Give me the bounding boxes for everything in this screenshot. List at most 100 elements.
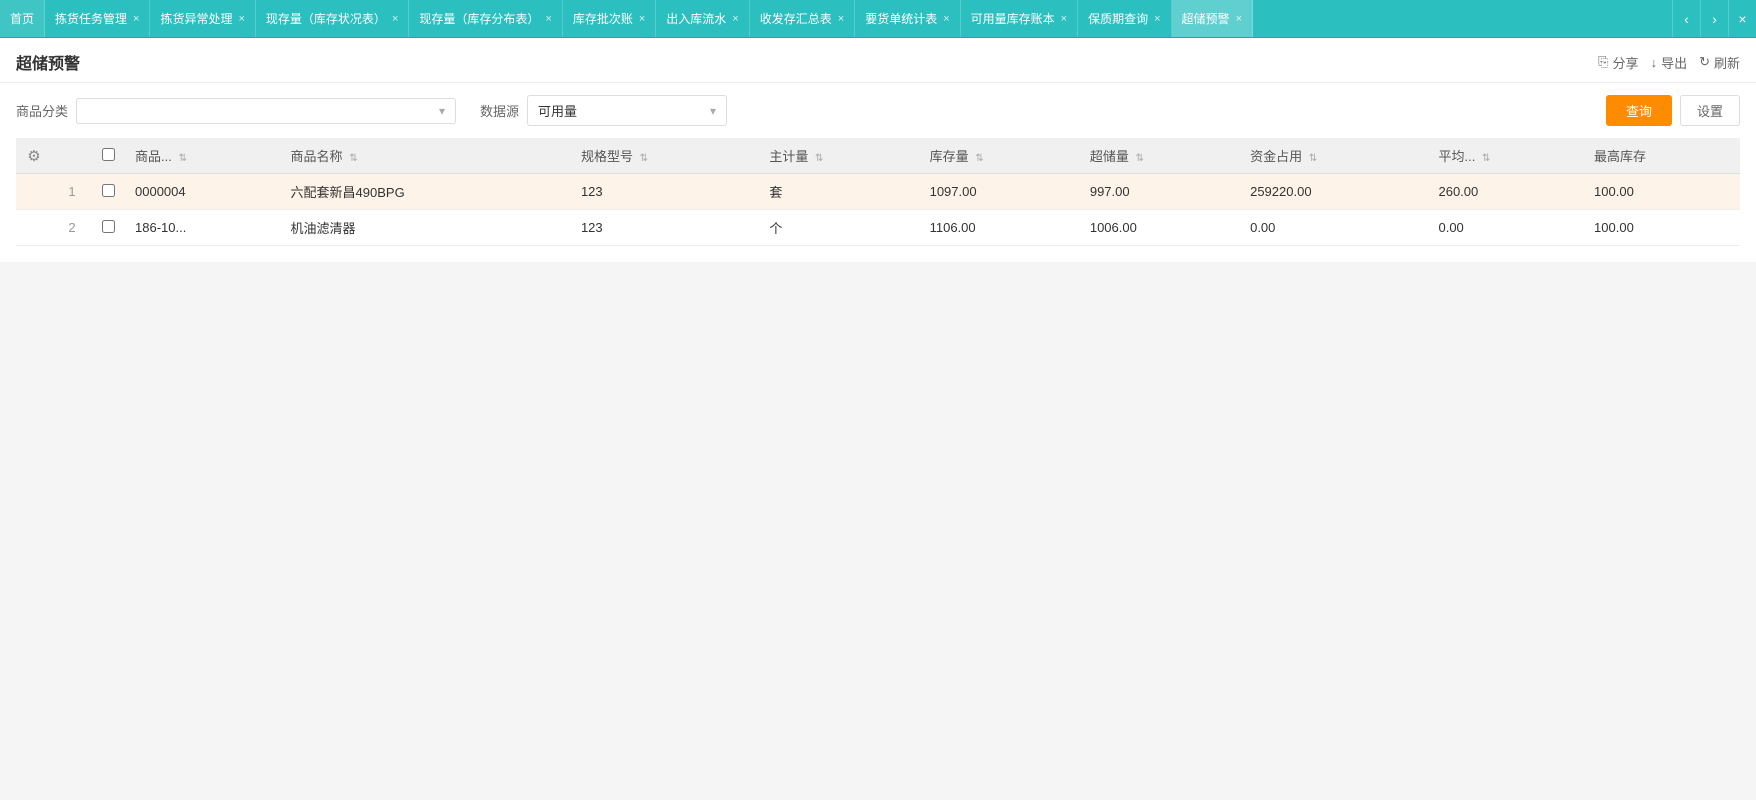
table-header-row: ⚙ 商品... ⇅ 商品名称 ⇅ 规格型号 xyxy=(16,138,1740,174)
td-checkbox xyxy=(92,174,125,210)
td-spec: 123 xyxy=(571,210,759,246)
td-index: 1 xyxy=(52,174,92,210)
select-all-checkbox[interactable] xyxy=(102,148,115,161)
page-header: 超储预警 ⎘ 分享 ↓ 导出 ↻ 刷新 xyxy=(0,38,1756,83)
category-select[interactable]: ▾ xyxy=(76,98,456,124)
td-unit: 套 xyxy=(759,174,919,210)
td-settings xyxy=(16,210,52,246)
th-max-stock[interactable]: 最高库存 xyxy=(1584,138,1740,174)
nav-next-button[interactable]: › xyxy=(1700,0,1728,38)
th-stock[interactable]: 库存量 ⇅ xyxy=(920,138,1080,174)
export-button[interactable]: ↓ 导出 xyxy=(1651,53,1688,72)
nav-tab-stock-dist[interactable]: 现存量（库存分布表） × xyxy=(409,0,562,38)
row-checkbox[interactable] xyxy=(102,220,115,233)
gear-icon[interactable]: ⚙ xyxy=(27,148,40,165)
share-button[interactable]: ⎘ 分享 xyxy=(1598,53,1638,72)
settings-button[interactable]: 设置 xyxy=(1680,95,1740,126)
refresh-button[interactable]: ↻ 刷新 xyxy=(1699,53,1740,72)
datasource-filter: 数据源 可用量 ▾ xyxy=(480,95,727,126)
td-product-name: 机油滤清器 xyxy=(281,210,571,246)
close-icon[interactable]: × xyxy=(732,13,738,25)
row-checkbox[interactable] xyxy=(102,184,115,197)
nav-tab-overstock[interactable]: 超储预警 × xyxy=(1172,0,1253,38)
td-settings xyxy=(16,174,52,210)
nav-arrows: ‹ › × xyxy=(1672,0,1756,38)
nav-tab-home[interactable]: 首页 xyxy=(0,0,45,38)
header-actions: ⎘ 分享 ↓ 导出 ↻ 刷新 xyxy=(1598,53,1740,72)
nav-tab-task[interactable]: 拣货任务管理 × xyxy=(45,0,150,38)
th-index xyxy=(52,138,92,174)
chevron-down-icon: ▾ xyxy=(710,104,716,118)
nav-tab-flow[interactable]: 出入库流水 × xyxy=(656,0,749,38)
nav-tab-batch[interactable]: 库存批次账 × xyxy=(563,0,656,38)
td-overstock: 1006.00 xyxy=(1080,210,1240,246)
nav-tab-stock-status[interactable]: 现存量（库存状况表） × xyxy=(256,0,409,38)
sort-icon: ⇅ xyxy=(1482,153,1490,164)
th-product-code[interactable]: 商品... ⇅ xyxy=(125,138,281,174)
close-icon[interactable]: × xyxy=(545,13,551,25)
sort-icon: ⇅ xyxy=(1135,153,1143,164)
sort-icon: ⇅ xyxy=(975,153,983,164)
close-icon[interactable]: × xyxy=(838,13,844,25)
th-checkbox xyxy=(92,138,125,174)
td-max-stock: 100.00 xyxy=(1584,210,1740,246)
close-icon[interactable]: × xyxy=(392,13,398,25)
data-table: ⚙ 商品... ⇅ 商品名称 ⇅ 规格型号 xyxy=(16,138,1740,246)
td-checkbox xyxy=(92,210,125,246)
refresh-icon: ↻ xyxy=(1699,54,1710,70)
td-stock: 1097.00 xyxy=(920,174,1080,210)
th-capital[interactable]: 资金占用 ⇅ xyxy=(1240,138,1428,174)
chevron-down-icon: ▾ xyxy=(439,104,445,118)
filter-actions: 查询 设置 xyxy=(1606,95,1740,126)
td-spec: 123 xyxy=(571,174,759,210)
nav-tab-order-stats[interactable]: 要货单统计表 × xyxy=(855,0,960,38)
td-index: 2 xyxy=(52,210,92,246)
nav-tab-summary[interactable]: 收发存汇总表 × xyxy=(750,0,855,38)
th-product-name[interactable]: 商品名称 ⇅ xyxy=(281,138,571,174)
filter-bar: 商品分类 ▾ 数据源 可用量 ▾ 查询 设置 xyxy=(0,83,1756,138)
td-avg: 260.00 xyxy=(1428,174,1584,210)
td-max-stock: 100.00 xyxy=(1584,174,1740,210)
td-stock: 1106.00 xyxy=(920,210,1080,246)
page-container: 超储预警 ⎘ 分享 ↓ 导出 ↻ 刷新 商品分类 ▾ 数据源 xyxy=(0,38,1756,262)
close-icon[interactable]: × xyxy=(238,13,244,25)
page-title: 超储预警 xyxy=(16,50,80,74)
sort-icon: ⇅ xyxy=(178,153,186,164)
td-product-code: 186-10... xyxy=(125,210,281,246)
datasource-select[interactable]: 可用量 ▾ xyxy=(527,95,727,126)
top-nav: 首页 拣货任务管理 × 拣货异常处理 × 现存量（库存状况表） × 现存量（库存… xyxy=(0,0,1756,38)
table-container: ⚙ 商品... ⇅ 商品名称 ⇅ 规格型号 xyxy=(0,138,1756,262)
sort-icon: ⇅ xyxy=(349,153,357,164)
table-row: 1 0000004 六配套新昌490BPG 123 套 1097.00 997.… xyxy=(16,174,1740,210)
nav-prev-button[interactable]: ‹ xyxy=(1672,0,1700,38)
table-row: 2 186-10... 机油滤清器 123 个 1106.00 1006.00 … xyxy=(16,210,1740,246)
close-icon[interactable]: × xyxy=(1061,13,1067,25)
datasource-label: 数据源 xyxy=(480,101,519,120)
th-unit[interactable]: 主计量 ⇅ xyxy=(759,138,919,174)
export-icon: ↓ xyxy=(1651,55,1658,70)
nav-tab-expiry[interactable]: 保质期查询 × xyxy=(1078,0,1171,38)
th-spec[interactable]: 规格型号 ⇅ xyxy=(571,138,759,174)
th-avg[interactable]: 平均... ⇅ xyxy=(1428,138,1584,174)
th-overstock[interactable]: 超储量 ⇅ xyxy=(1080,138,1240,174)
query-button[interactable]: 查询 xyxy=(1606,95,1672,126)
sort-icon: ⇅ xyxy=(640,153,648,164)
sort-icon: ⇅ xyxy=(1309,153,1317,164)
close-icon[interactable]: × xyxy=(639,13,645,25)
close-icon[interactable]: × xyxy=(1236,13,1242,25)
share-icon: ⎘ xyxy=(1598,54,1608,70)
close-icon[interactable]: × xyxy=(1154,13,1160,25)
td-unit: 个 xyxy=(759,210,919,246)
nav-tab-abnormal[interactable]: 拣货异常处理 × xyxy=(150,0,255,38)
sort-icon: ⇅ xyxy=(815,153,823,164)
close-icon[interactable]: × xyxy=(133,13,139,25)
close-icon[interactable]: × xyxy=(943,13,949,25)
nav-tab-available[interactable]: 可用量库存账本 × xyxy=(961,0,1078,38)
td-overstock: 997.00 xyxy=(1080,174,1240,210)
td-capital: 0.00 xyxy=(1240,210,1428,246)
th-settings: ⚙ xyxy=(16,138,52,174)
td-avg: 0.00 xyxy=(1428,210,1584,246)
category-label: 商品分类 xyxy=(16,101,68,120)
td-capital: 259220.00 xyxy=(1240,174,1428,210)
nav-close-button[interactable]: × xyxy=(1728,0,1756,38)
